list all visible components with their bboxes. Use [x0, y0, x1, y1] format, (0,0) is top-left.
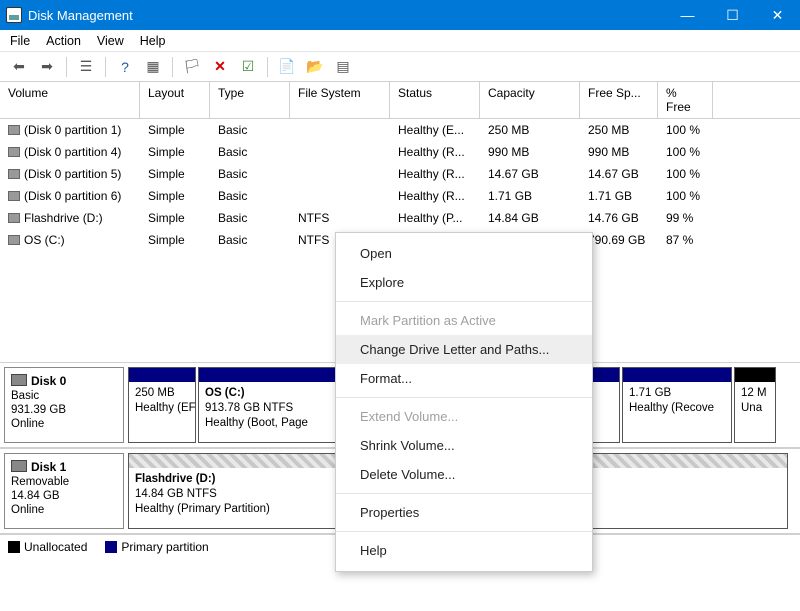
toolbar-icon-5[interactable]: 📂 [304, 56, 326, 78]
toolbar-icon-2[interactable]: ▦ [142, 56, 164, 78]
col-status[interactable]: Status [390, 82, 480, 118]
toolbar-icon-6[interactable]: ▤ [332, 56, 354, 78]
volume-row[interactable]: (Disk 0 partition 4)SimpleBasicHealthy (… [0, 141, 800, 163]
back-button[interactable]: ⬅ [8, 56, 30, 78]
partition[interactable]: 250 MBHealthy (EF [128, 367, 196, 443]
menubar: File Action View Help [0, 30, 800, 52]
context-menu-item[interactable]: Open [336, 239, 592, 268]
context-menu-item: Mark Partition as Active [336, 306, 592, 335]
volume-icon [8, 213, 20, 223]
partition[interactable]: 12 MUna [734, 367, 776, 443]
toolbar-icon-1[interactable]: ☰ [75, 56, 97, 78]
legend-unallocated: Unallocated [8, 540, 87, 554]
context-menu-item[interactable]: Change Drive Letter and Paths... [336, 335, 592, 364]
partition-stripe [129, 368, 195, 382]
maximize-button[interactable]: ☐ [710, 0, 755, 30]
col-volume[interactable]: Volume [0, 82, 140, 118]
volume-row[interactable]: (Disk 0 partition 1)SimpleBasicHealthy (… [0, 119, 800, 141]
window-title: Disk Management [28, 8, 665, 23]
context-menu: OpenExplore Mark Partition as ActiveChang… [335, 232, 593, 572]
help-icon[interactable]: ? [114, 56, 136, 78]
col-layout[interactable]: Layout [140, 82, 210, 118]
disk1-name: Disk 1 [31, 460, 66, 474]
toolbar-icon-3[interactable]: 🏳 [181, 56, 203, 78]
disk1-size: 14.84 GB [11, 490, 60, 502]
volume-icon [8, 147, 20, 157]
context-menu-item[interactable]: Explore [336, 268, 592, 297]
disk0-type: Basic [11, 390, 39, 402]
disk0-label[interactable]: Disk 0 Basic 931.39 GB Online [4, 367, 124, 443]
volume-icon [8, 169, 20, 179]
col-freespace[interactable]: Free Sp... [580, 82, 658, 118]
col-type[interactable]: Type [210, 82, 290, 118]
context-menu-item: Extend Volume... [336, 402, 592, 431]
menu-action[interactable]: Action [46, 34, 81, 48]
col-capacity[interactable]: Capacity [480, 82, 580, 118]
toolbar-icon-4[interactable]: 📄 [276, 56, 298, 78]
partition[interactable]: OS (C:)913.78 GB NTFSHealthy (Boot, Page [198, 367, 338, 443]
volume-list-header: Volume Layout Type File System Status Ca… [0, 82, 800, 119]
col-spacer [713, 82, 800, 118]
disk1-type: Removable [11, 476, 69, 488]
col-filesystem[interactable]: File System [290, 82, 390, 118]
disk0-size: 931.39 GB [11, 404, 66, 416]
disk0-name: Disk 0 [31, 374, 66, 388]
disk1-status: Online [11, 504, 44, 516]
col-pctfree[interactable]: % Free [658, 82, 713, 118]
disk0-status: Online [11, 418, 44, 430]
partition[interactable]: 1.71 GBHealthy (Recove [622, 367, 732, 443]
partition-stripe [735, 368, 775, 382]
toolbar: ⬅ ➡ ☰ ? ▦ 🏳 ✕ ☑ 📄 📂 ▤ [0, 52, 800, 82]
check-icon[interactable]: ☑ [237, 56, 259, 78]
volume-row[interactable]: Flashdrive (D:)SimpleBasicNTFSHealthy (P… [0, 207, 800, 229]
partition-stripe [199, 368, 337, 382]
app-icon [6, 7, 22, 23]
menu-help[interactable]: Help [140, 34, 166, 48]
minimize-button[interactable]: — [665, 0, 710, 30]
context-menu-item[interactable]: Delete Volume... [336, 460, 592, 489]
context-menu-item[interactable]: Format... [336, 364, 592, 393]
volume-icon [8, 235, 20, 245]
forward-button[interactable]: ➡ [36, 56, 58, 78]
close-button[interactable]: ✕ [755, 0, 800, 30]
partition-stripe [623, 368, 731, 382]
context-menu-item[interactable]: Help [336, 536, 592, 565]
legend-primary: Primary partition [105, 540, 208, 554]
volume-row[interactable]: (Disk 0 partition 5)SimpleBasicHealthy (… [0, 163, 800, 185]
delete-icon[interactable]: ✕ [209, 56, 231, 78]
volume-row[interactable]: (Disk 0 partition 6)SimpleBasicHealthy (… [0, 185, 800, 207]
context-menu-item[interactable]: Shrink Volume... [336, 431, 592, 460]
disk-icon [11, 460, 27, 472]
disk-icon [11, 374, 27, 386]
context-menu-item[interactable]: Properties [336, 498, 592, 527]
menu-file[interactable]: File [10, 34, 30, 48]
volume-icon [8, 191, 20, 201]
disk1-label[interactable]: Disk 1 Removable 14.84 GB Online [4, 453, 124, 529]
menu-view[interactable]: View [97, 34, 124, 48]
titlebar: Disk Management — ☐ ✕ [0, 0, 800, 30]
window-buttons: — ☐ ✕ [665, 0, 800, 30]
volume-icon [8, 125, 20, 135]
